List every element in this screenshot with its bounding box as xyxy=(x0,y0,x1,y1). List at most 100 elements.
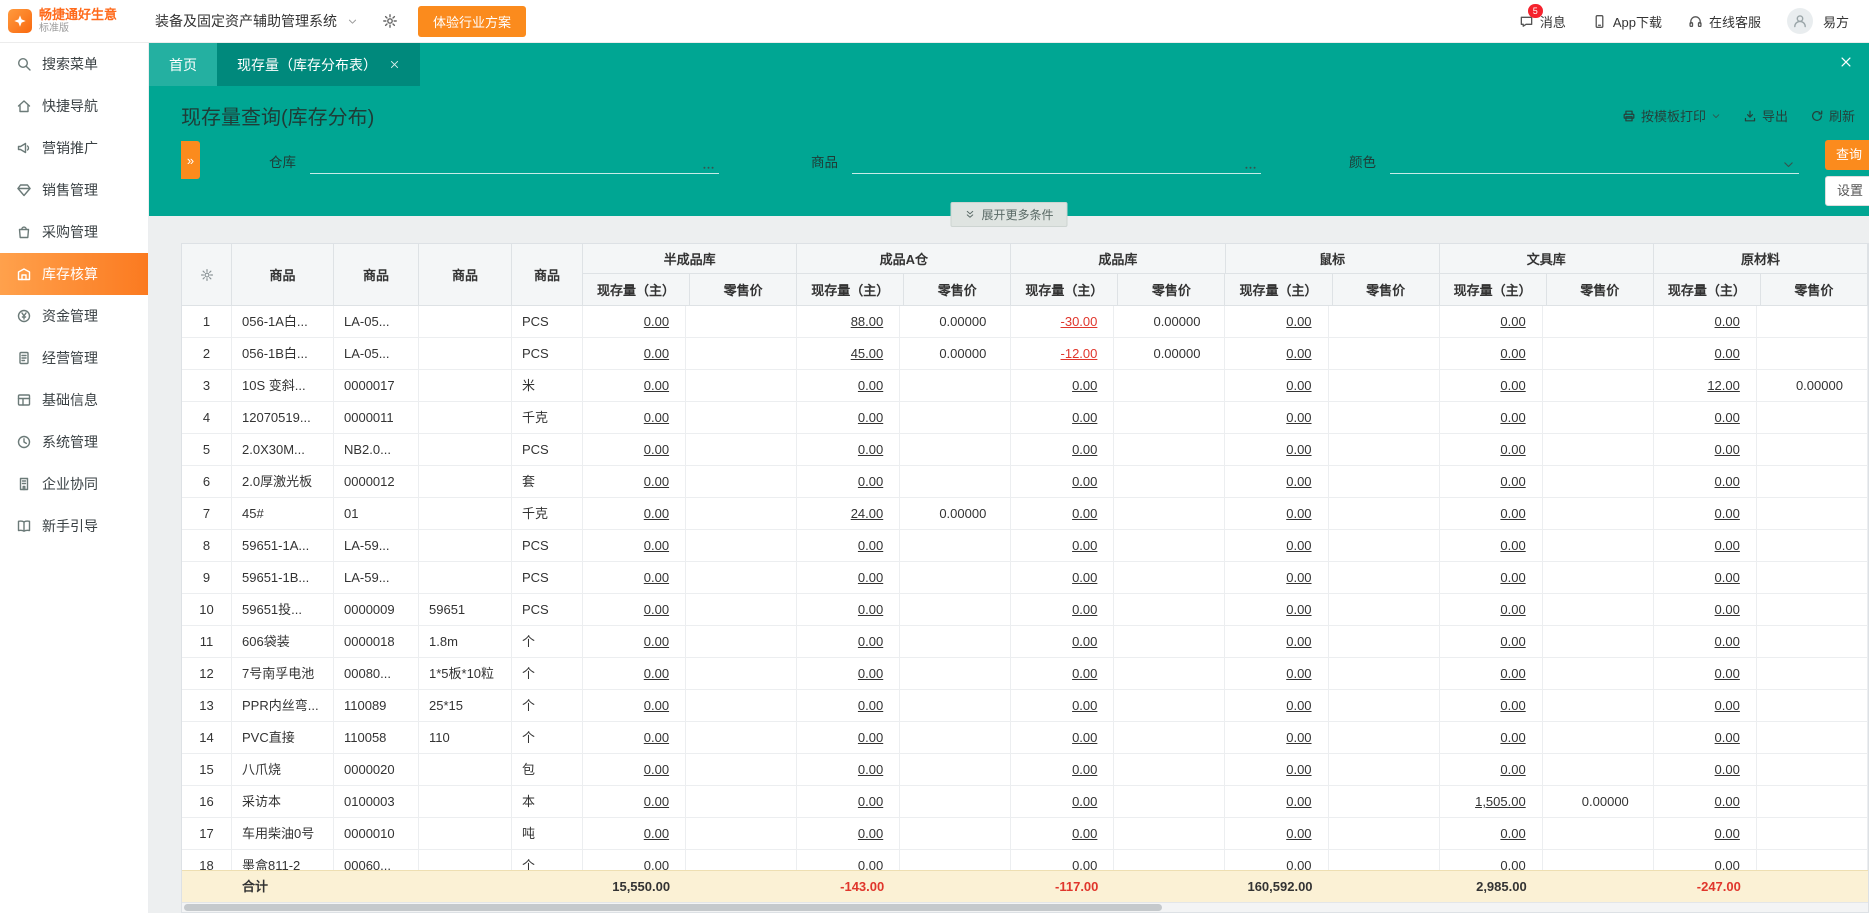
qty-value[interactable]: 0.00 xyxy=(1225,658,1329,690)
qty-value[interactable]: 0.00 xyxy=(1011,562,1115,594)
messages-button[interactable]: 5 消息 xyxy=(1519,3,1566,31)
scrollbar-thumb[interactable] xyxy=(184,904,1162,911)
qty-value[interactable]: 0.00 xyxy=(1439,370,1543,402)
table-row[interactable]: 15 八爪烧 0000020 包 0.00 0.00 0.00 0.00 0.00 0.00 xyxy=(182,754,1868,786)
qty-value[interactable]: 0.00 xyxy=(1653,690,1757,722)
qty-value[interactable]: 0.00 xyxy=(583,594,687,626)
table-row[interactable]: 11 606袋装 0000018 1.8m 个 0.00 0.00 0.00 0.00 0.00 0… xyxy=(182,626,1868,658)
table-row[interactable]: 13 PPR内丝弯... 110089 25*15 个 0.00 0.00 0.00 0.00 0… xyxy=(182,690,1868,722)
qty-value[interactable]: 0.00 xyxy=(1653,722,1757,754)
qty-value[interactable]: 0.00 xyxy=(583,690,687,722)
column-header-qty[interactable]: 现存量（主） xyxy=(797,274,905,306)
qty-value[interactable]: 0.00 xyxy=(797,786,901,818)
qty-value[interactable]: 0.00 xyxy=(583,498,687,530)
qty-value[interactable]: 0.00 xyxy=(1439,754,1543,786)
column-settings-button[interactable] xyxy=(182,244,232,306)
qty-value[interactable]: 0.00 xyxy=(1439,498,1543,530)
sidebar-item-销售管理[interactable]: 销售管理 xyxy=(0,169,148,211)
qty-value[interactable]: 0.00 xyxy=(1439,818,1543,850)
qty-value[interactable]: 0.00 xyxy=(797,690,901,722)
qty-value[interactable]: 0.00 xyxy=(1653,818,1757,850)
sidebar-item-基础信息[interactable]: 基础信息 xyxy=(0,379,148,421)
qty-value[interactable]: 0.00 xyxy=(1653,658,1757,690)
qty-value[interactable]: 0.00 xyxy=(583,754,687,786)
sidebar-item-库存核算[interactable]: 库存核算 xyxy=(0,253,148,295)
column-header-qty[interactable]: 现存量（主） xyxy=(1439,274,1547,306)
qty-value[interactable]: 0.00 xyxy=(583,338,687,370)
qty-value[interactable]: 0.00 xyxy=(1225,466,1329,498)
app-download-button[interactable]: App下载 xyxy=(1592,12,1662,31)
column-header-price[interactable]: 零售价 xyxy=(904,274,1012,306)
qty-value[interactable]: 0.00 xyxy=(1440,850,1543,870)
column-header-goods[interactable]: 商品 xyxy=(232,244,334,306)
system-select[interactable]: 装备及固定资产辅助管理系统 xyxy=(155,11,358,31)
qty-value[interactable]: 0.00 xyxy=(583,818,687,850)
qty-value[interactable]: 0.00 xyxy=(1653,306,1757,338)
qty-value[interactable]: 0.00 xyxy=(1439,434,1543,466)
qty-value[interactable]: 0.00 xyxy=(583,658,687,690)
table-row[interactable]: 18 墨盒811-2 00060... 个 0.00 0.00 0.00 0.00 0.00 0.… xyxy=(182,850,1868,870)
online-service-button[interactable]: 在线客服 xyxy=(1688,12,1761,31)
qty-value[interactable]: 0.00 xyxy=(1439,562,1543,594)
qty-value[interactable]: 0.00 xyxy=(1225,690,1329,722)
qty-value[interactable]: 0.00 xyxy=(1225,626,1329,658)
qty-value[interactable]: 0.00 xyxy=(1225,722,1329,754)
avatar[interactable] xyxy=(1786,8,1813,34)
column-header-price[interactable]: 零售价 xyxy=(690,274,798,306)
qty-value[interactable]: 0.00 xyxy=(1225,594,1329,626)
qty-value[interactable]: 0.00 xyxy=(1011,530,1115,562)
qty-value[interactable]: 0.00 xyxy=(1225,498,1329,530)
column-header-goods[interactable]: 商品 xyxy=(512,244,583,306)
table-row[interactable]: 3 10S 变斜... 0000017 米 0.00 0.00 0.00 0.00 0.00 12… xyxy=(182,370,1868,402)
table-row[interactable]: 6 2.0厚激光板 0000012 套 0.00 0.00 0.00 0.00 0.00 0.00 xyxy=(182,466,1868,498)
qty-value[interactable]: 0.00 xyxy=(583,722,687,754)
export-button[interactable]: 导出 xyxy=(1743,106,1788,125)
column-header-price[interactable]: 零售价 xyxy=(1760,274,1868,306)
qty-value[interactable]: 0.00 xyxy=(1439,658,1543,690)
ellipsis-icon[interactable] xyxy=(1244,158,1257,171)
qty-value[interactable]: 0.00 xyxy=(1011,786,1115,818)
table-row[interactable]: 2 056-1B白... LA-05... PCS 0.00 45.00 0.00000 -1… xyxy=(182,338,1868,370)
qty-value[interactable]: 0.00 xyxy=(1225,562,1329,594)
column-header-goods[interactable]: 商品 xyxy=(334,244,419,306)
qty-value[interactable]: 0.00 xyxy=(797,370,901,402)
column-header-qty[interactable]: 现存量（主） xyxy=(583,274,691,306)
table-row[interactable]: 7 45# 01 千克 0.00 24.00 0.00000 0.00 0.00 0.00 0.00 xyxy=(182,498,1868,530)
tab-inventory-distribution[interactable]: 现存量（库存分布表） xyxy=(217,43,420,86)
qty-value[interactable]: 0.00 xyxy=(1653,338,1757,370)
sidebar-item-经营管理[interactable]: 经营管理 xyxy=(0,337,148,379)
qty-value[interactable]: 0.00 xyxy=(1225,818,1329,850)
qty-value[interactable]: 0.00 xyxy=(1439,306,1543,338)
qty-value[interactable]: 0.00 xyxy=(1653,754,1757,786)
print-by-template-button[interactable]: 按模板打印 xyxy=(1622,106,1721,125)
table-row[interactable]: 5 2.0X30M... NB2.0... PCS 0.00 0.00 0.00 0.00 0.… xyxy=(182,434,1868,466)
qty-value[interactable]: 0.00 xyxy=(1653,402,1757,434)
column-header-price[interactable]: 零售价 xyxy=(1118,274,1226,306)
username[interactable]: 易方 xyxy=(1823,12,1849,31)
qty-value[interactable]: 0.00 xyxy=(797,434,901,466)
warehouse-filter-input[interactable] xyxy=(310,152,719,174)
qty-value[interactable]: -12.00 xyxy=(1011,338,1115,370)
table-row[interactable]: 1 056-1A白... LA-05... PCS 0.00 88.00 0.00000 -3… xyxy=(182,306,1868,338)
table-row[interactable]: 8 59651-1A... LA-59... PCS 0.00 0.00 0.00 0.00 0… xyxy=(182,530,1868,562)
chevron-down-icon[interactable] xyxy=(1782,158,1795,171)
goods-filter-input[interactable] xyxy=(852,152,1261,174)
table-row[interactable]: 14 PVC直接 110058 110 个 0.00 0.00 0.00 0.00 0.00 0.0… xyxy=(182,722,1868,754)
qty-value[interactable]: 0.00 xyxy=(797,530,901,562)
qty-value[interactable]: 0.00 xyxy=(1439,402,1543,434)
qty-value[interactable]: 0.00 xyxy=(1653,434,1757,466)
expand-more-conditions-button[interactable]: 展开更多条件 xyxy=(950,202,1068,227)
qty-value[interactable]: 0.00 xyxy=(583,850,687,870)
sidebar-item-快捷导航[interactable]: 快捷导航 xyxy=(0,85,148,127)
qty-value[interactable]: 0.00 xyxy=(1225,754,1329,786)
qty-value[interactable]: 1,505.00 xyxy=(1439,786,1543,818)
qty-value[interactable]: 0.00 xyxy=(583,530,687,562)
qty-value[interactable]: 0.00 xyxy=(1011,722,1115,754)
qty-value[interactable]: 0.00 xyxy=(1225,338,1329,370)
qty-value[interactable]: 12.00 xyxy=(1653,370,1757,402)
qty-value[interactable]: 0.00 xyxy=(1225,850,1329,870)
qty-value[interactable]: 0.00 xyxy=(1225,786,1329,818)
qty-value[interactable]: 24.00 xyxy=(797,498,901,530)
qty-value[interactable]: 0.00 xyxy=(1439,722,1543,754)
qty-value[interactable]: 0.00 xyxy=(583,562,687,594)
